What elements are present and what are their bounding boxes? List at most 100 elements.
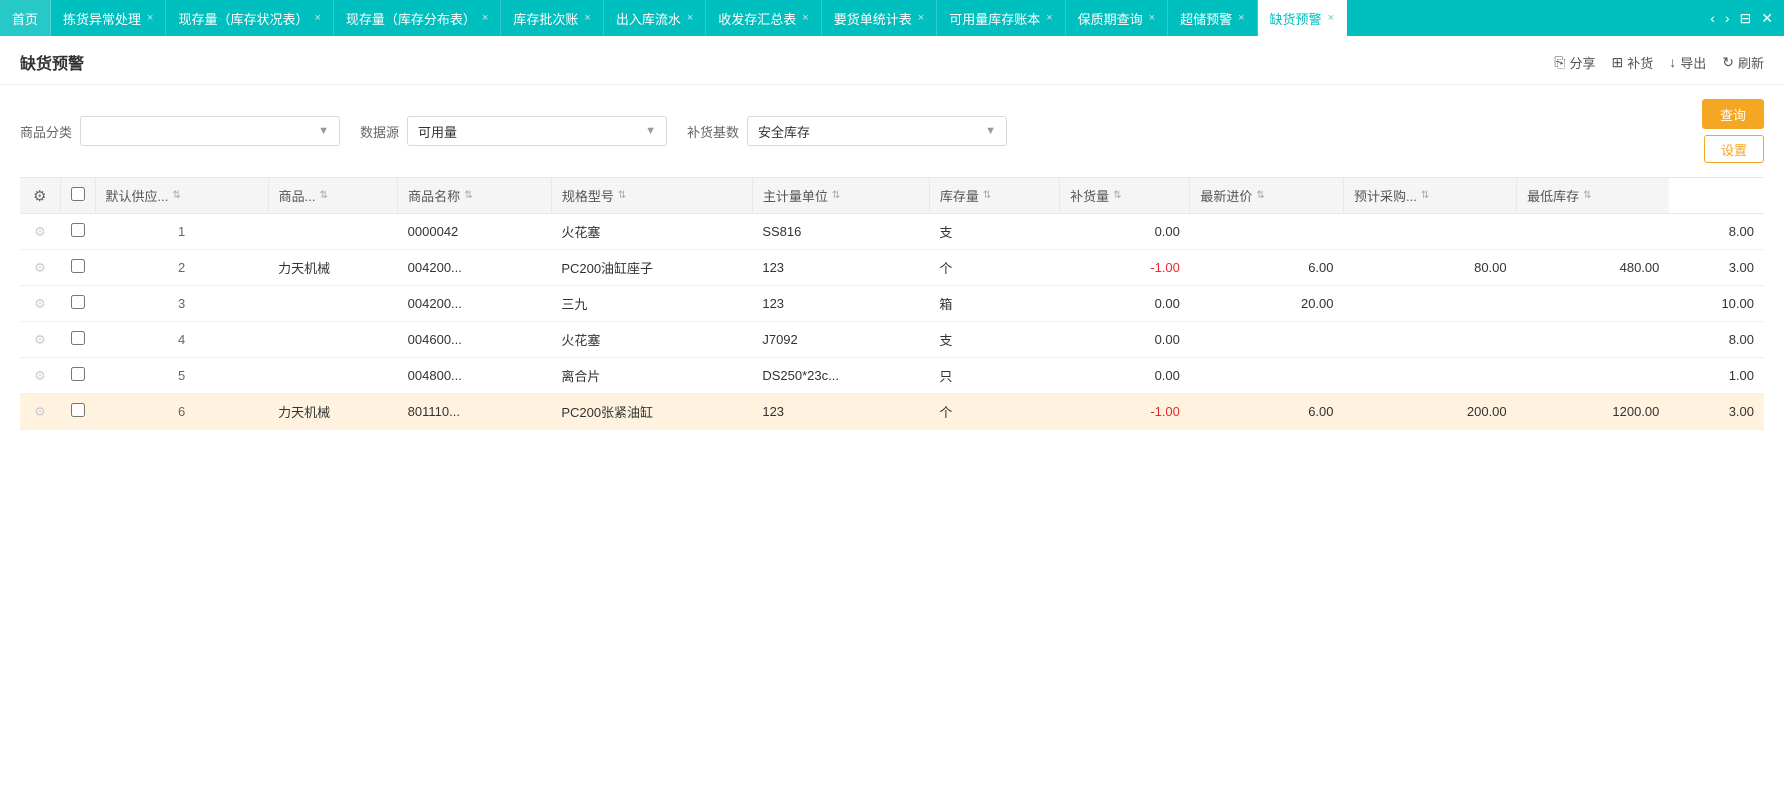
cell-restock-qty: 20.00 xyxy=(1190,286,1344,322)
row-settings-icon: ⚙ xyxy=(34,260,46,275)
nav-tab-4-close[interactable]: × xyxy=(584,12,590,24)
row-check-cell xyxy=(60,250,95,286)
th-supplier-sort[interactable]: 默认供应... ⇅ xyxy=(106,186,258,205)
th-product-code: 商品... ⇅ xyxy=(268,178,398,214)
nav-tab-3-close[interactable]: × xyxy=(482,12,488,24)
cell-product-code: 0000042 xyxy=(398,214,552,250)
nav-tab-9-close[interactable]: × xyxy=(1149,12,1155,24)
nav-tab-3-label: 现存量（库存分布表） xyxy=(346,9,476,28)
nav-tab-5[interactable]: 出入库流水 × xyxy=(604,0,706,36)
nav-tab-1-close[interactable]: × xyxy=(147,12,153,24)
nav-tab-9-label: 保质期查询 xyxy=(1078,9,1143,28)
row-settings-icon: ⚙ xyxy=(34,332,46,347)
cell-product-code: 004200... xyxy=(398,286,552,322)
row-checkbox[interactable] xyxy=(71,367,85,381)
nav-close-button[interactable]: ✕ xyxy=(1756,8,1778,29)
nav-tab-3[interactable]: 现存量（库存分布表） × xyxy=(334,0,501,36)
export-link[interactable]: ↓ 导出 xyxy=(1669,53,1706,72)
share-link[interactable]: ⎘ 分享 xyxy=(1554,53,1595,72)
th-product-name-sort[interactable]: 商品名称 ⇅ xyxy=(408,186,541,205)
share-icon: ⎘ xyxy=(1554,54,1565,71)
th-product-code-sort[interactable]: 商品... ⇅ xyxy=(279,186,388,205)
cell-product-name: PC200张紧油缸 xyxy=(551,394,752,430)
category-select[interactable]: ▼ xyxy=(80,116,340,146)
column-settings-gear-icon[interactable]: ⚙ xyxy=(33,188,46,205)
nav-tab-6[interactable]: 收发存汇总表 × xyxy=(706,0,821,36)
cell-stock: 0.00 xyxy=(1060,358,1190,394)
supplier-sort-icon: ⇅ xyxy=(172,190,180,201)
nav-tab-11-close[interactable]: × xyxy=(1328,12,1334,24)
th-product-code-label: 商品... xyxy=(279,186,316,205)
nav-tab-4[interactable]: 库存批次账 × xyxy=(501,0,603,36)
nav-tab-7-close[interactable]: × xyxy=(918,12,924,24)
datasource-label: 数据源 xyxy=(360,122,399,141)
cell-latest-price xyxy=(1344,322,1517,358)
cell-supplier xyxy=(268,286,398,322)
select-all-checkbox[interactable] xyxy=(71,187,85,201)
cell-unit: 只 xyxy=(929,358,1059,394)
cell-min-stock: 3.00 xyxy=(1669,394,1764,430)
nav-next-button[interactable]: › xyxy=(1720,8,1735,28)
row-checkbox[interactable] xyxy=(71,295,85,309)
top-nav-bar: 首页 拣货异常处理 × 现存量（库存状况表） × 现存量（库存分布表） × 库存… xyxy=(0,0,1784,36)
settings-button[interactable]: 设置 xyxy=(1704,135,1764,163)
row-check-cell xyxy=(60,286,95,322)
nav-tab-7[interactable]: 要货单统计表 × xyxy=(822,0,937,36)
category-chevron-icon: ▼ xyxy=(318,125,329,137)
nav-tab-1[interactable]: 拣货异常处理 × xyxy=(51,0,166,36)
row-check-cell xyxy=(60,322,95,358)
refresh-link[interactable]: ↻ 刷新 xyxy=(1722,53,1764,72)
nav-tab-5-close[interactable]: × xyxy=(687,12,693,24)
restock-basis-select[interactable]: 安全库存 ▼ xyxy=(747,116,1007,146)
page-header: 缺货预警 ⎘ 分享 ⊞ 补货 ↓ 导出 ↻ 刷新 xyxy=(0,36,1784,85)
nav-tab-home[interactable]: 首页 xyxy=(0,0,51,36)
row-checkbox[interactable] xyxy=(71,223,85,237)
nav-tab-2-close[interactable]: × xyxy=(314,12,320,24)
cell-spec: 123 xyxy=(752,394,929,430)
th-supplier: 默认供应... ⇅ xyxy=(95,178,268,214)
row-checkbox[interactable] xyxy=(71,331,85,345)
table-row: ⚙ 6力天机械 801110... PC200张紧油缸 123 个 -1.00 … xyxy=(20,394,1764,430)
nav-tab-8[interactable]: 可用量库存账本 × xyxy=(937,0,1065,36)
spec-sort-icon: ⇅ xyxy=(618,190,626,201)
cell-row-index: 3 xyxy=(95,286,268,322)
nav-prev-button[interactable]: ‹ xyxy=(1705,8,1720,28)
query-button[interactable]: 查询 xyxy=(1702,99,1764,129)
row-checkbox[interactable] xyxy=(71,403,85,417)
export-label: 导出 xyxy=(1680,53,1706,72)
cell-row-index: 5 xyxy=(95,358,268,394)
nav-tab-9[interactable]: 保质期查询 × xyxy=(1066,0,1168,36)
nav-tab-8-label: 可用量库存账本 xyxy=(949,9,1040,28)
nav-tab-11[interactable]: 缺货预警 × xyxy=(1258,0,1347,36)
nav-tab-6-close[interactable]: × xyxy=(802,12,808,24)
nav-tab-8-close[interactable]: × xyxy=(1046,12,1052,24)
data-table-container: ⚙ 默认供应... ⇅ 商品... ⇅ xyxy=(0,177,1784,430)
row-check-cell xyxy=(60,394,95,430)
th-restock-qty: 补货量 ⇅ xyxy=(1060,178,1190,214)
th-min-stock-sort[interactable]: 最低库存 ⇅ xyxy=(1527,186,1659,205)
nav-tab-7-label: 要货单统计表 xyxy=(834,9,912,28)
row-checkbox[interactable] xyxy=(71,259,85,273)
th-min-stock-label: 最低库存 xyxy=(1527,186,1579,205)
th-restock-qty-sort[interactable]: 补货量 ⇅ xyxy=(1070,186,1179,205)
nav-tab-2-label: 现存量（库存状况表） xyxy=(178,9,308,28)
nav-tab-2[interactable]: 现存量（库存状况表） × xyxy=(166,0,333,36)
th-latest-price-sort[interactable]: 最新进价 ⇅ xyxy=(1200,186,1333,205)
datasource-select[interactable]: 可用量 ▼ xyxy=(407,116,667,146)
nav-restore-button[interactable]: ⊟ xyxy=(1735,8,1757,29)
th-spec-sort[interactable]: 规格型号 ⇅ xyxy=(562,186,742,205)
nav-tab-10-close[interactable]: × xyxy=(1238,12,1244,24)
th-check xyxy=(60,178,95,214)
cell-stock: 0.00 xyxy=(1060,286,1190,322)
cell-estimated-purchase xyxy=(1517,322,1670,358)
restock-link[interactable]: ⊞ 补货 xyxy=(1611,53,1653,72)
th-unit-sort[interactable]: 主计量单位 ⇅ xyxy=(763,186,919,205)
nav-tab-10[interactable]: 超储预警 × xyxy=(1168,0,1257,36)
cell-stock: -1.00 xyxy=(1060,250,1190,286)
restock-basis-chevron-icon: ▼ xyxy=(985,125,996,137)
cell-unit: 个 xyxy=(929,250,1059,286)
th-estimated-purchase-sort[interactable]: 预计采购... ⇅ xyxy=(1354,186,1506,205)
cell-estimated-purchase xyxy=(1517,358,1670,394)
datasource-chevron-icon: ▼ xyxy=(645,125,656,137)
th-stock-sort[interactable]: 库存量 ⇅ xyxy=(940,186,1049,205)
